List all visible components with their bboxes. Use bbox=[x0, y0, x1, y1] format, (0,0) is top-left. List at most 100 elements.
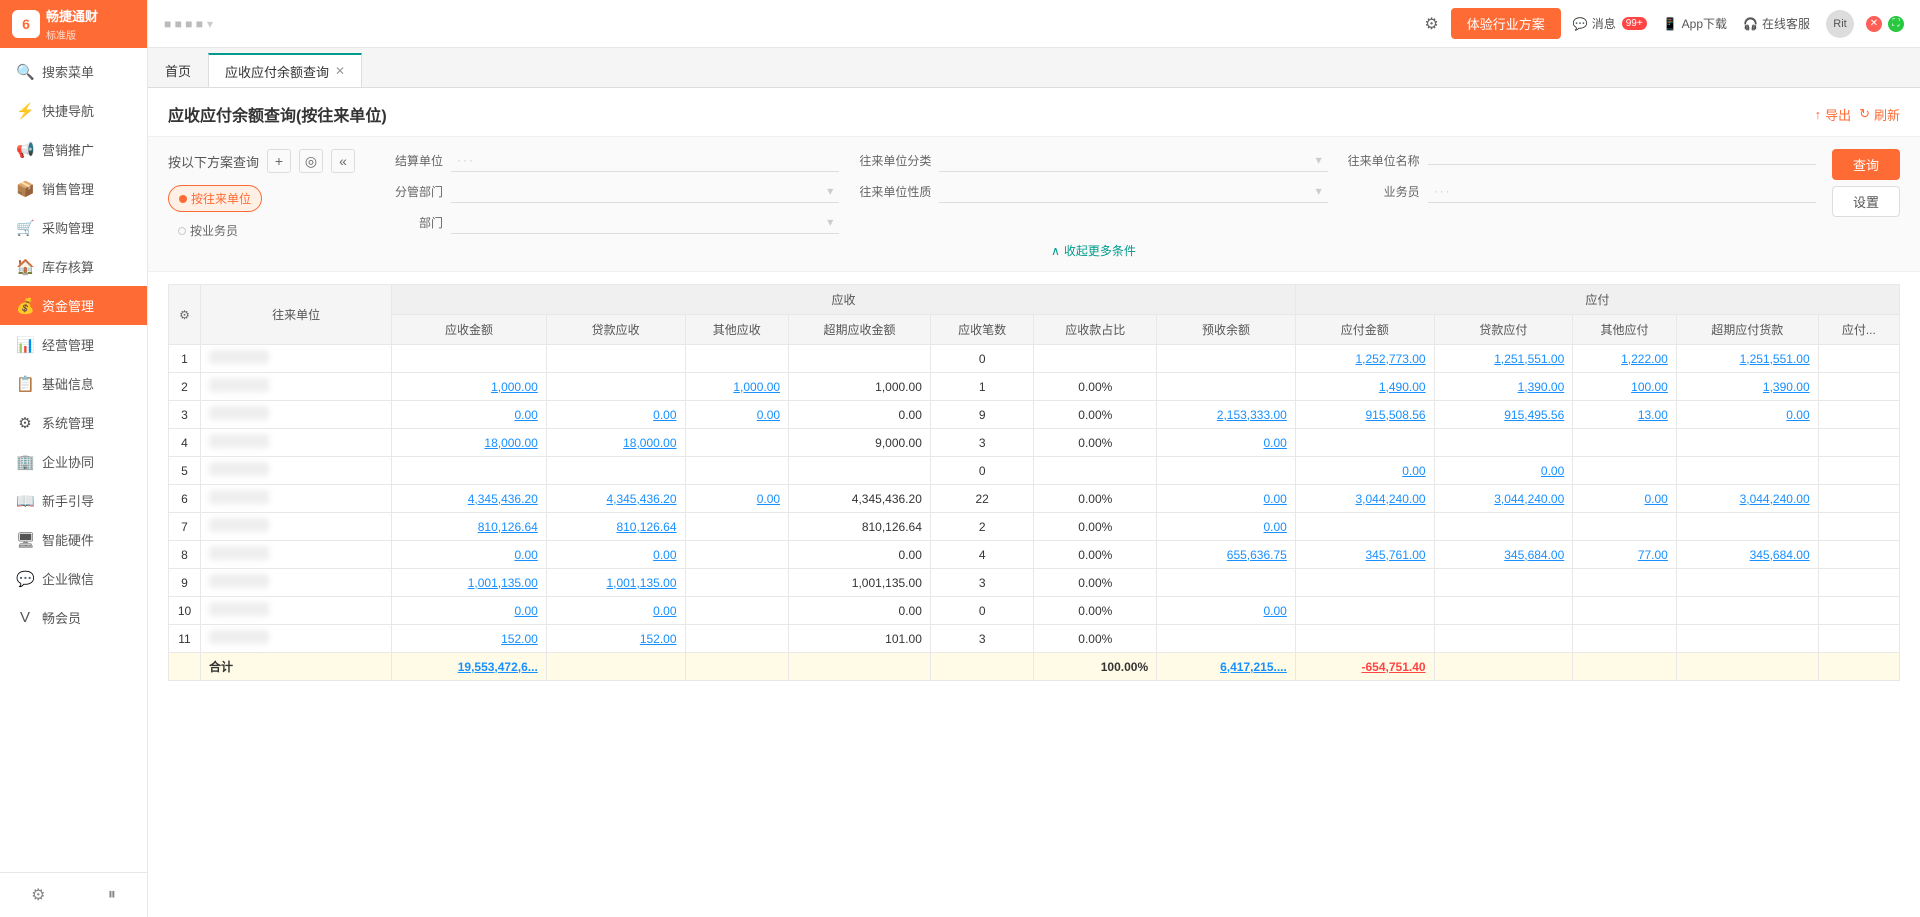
tab-home[interactable]: 首页 bbox=[148, 53, 208, 87]
table-cell[interactable]: 345,761.00 bbox=[1295, 541, 1434, 569]
scheme-by-salesperson[interactable]: 按业务员 bbox=[168, 218, 262, 243]
table-cell[interactable]: 1,251,551.00 bbox=[1676, 345, 1818, 373]
table-cell[interactable]: 0.00 bbox=[1157, 513, 1296, 541]
collapse-scheme-button[interactable]: « bbox=[331, 149, 355, 173]
user-avatar[interactable]: Rit bbox=[1826, 10, 1854, 38]
table-cell[interactable]: 0.00 bbox=[1157, 485, 1296, 513]
sidebar-item-采购管理[interactable]: 🛒采购管理 bbox=[0, 208, 147, 247]
table-cell[interactable]: 4,345,436.20 bbox=[546, 485, 685, 513]
table-cell[interactable]: 0.00 bbox=[546, 401, 685, 429]
window-maximize-button[interactable]: ⛶ bbox=[1888, 16, 1904, 32]
table-cell[interactable]: 0.00 bbox=[1676, 401, 1818, 429]
refresh-button[interactable]: ↻ 刷新 bbox=[1859, 105, 1900, 124]
app-download-button[interactable]: 📱 App下载 bbox=[1663, 15, 1727, 32]
table-cell[interactable]: 915,495.56 bbox=[1434, 401, 1573, 429]
table-cell[interactable]: 152.00 bbox=[392, 625, 547, 653]
dept-manager-select[interactable]: ▾ bbox=[451, 180, 839, 203]
table-cell[interactable]: 152.00 bbox=[546, 625, 685, 653]
table-cell: 0 bbox=[930, 597, 1034, 625]
table-cell[interactable]: 2,153,333.00 bbox=[1157, 401, 1296, 429]
footer-ar-amount[interactable]: 19,553,472,6... bbox=[392, 653, 547, 681]
table-cell[interactable]: 1,222.00 bbox=[1573, 345, 1677, 373]
table-cell[interactable]: 1,251,551.00 bbox=[1434, 345, 1573, 373]
online-service-button[interactable]: 🎧 在线客服 bbox=[1743, 15, 1810, 32]
table-settings-icon[interactable]: ⚙ bbox=[177, 308, 192, 322]
table-cell[interactable]: 0.00 bbox=[1295, 457, 1434, 485]
partner-nature-select[interactable]: ▾ bbox=[939, 180, 1327, 203]
add-scheme-button[interactable]: + bbox=[267, 149, 291, 173]
sidebar-item-智能硬件[interactable]: 🖥智能硬件 bbox=[0, 520, 147, 559]
settings-bottom-icon[interactable]: ⚙ bbox=[23, 881, 53, 909]
table-cell[interactable]: 0.00 bbox=[1157, 597, 1296, 625]
sidebar-item-搜索菜单[interactable]: 🔍搜索菜单 bbox=[0, 52, 147, 91]
table-cell[interactable]: 0.00 bbox=[1434, 457, 1573, 485]
dept-select[interactable]: ▾ bbox=[451, 211, 839, 234]
table-cell[interactable]: 1,490.00 bbox=[1295, 373, 1434, 401]
export-button[interactable]: ↑ 导出 bbox=[1815, 105, 1852, 124]
table-cell[interactable]: 915,508.56 bbox=[1295, 401, 1434, 429]
sidebar-item-资金管理[interactable]: 💰资金管理 bbox=[0, 286, 147, 325]
sidebar-item-系统管理[interactable]: ⚙系统管理 bbox=[0, 403, 147, 442]
sidebar-item-基础信息[interactable]: 📋基础信息 bbox=[0, 364, 147, 403]
footer-ap-amount[interactable]: -654,751.40 bbox=[1295, 653, 1434, 681]
table-cell[interactable]: 77.00 bbox=[1573, 541, 1677, 569]
partner-name-input[interactable] bbox=[1428, 156, 1816, 165]
table-cell[interactable]: 1,390.00 bbox=[1434, 373, 1573, 401]
collapse-button[interactable]: ∧ 收起更多条件 bbox=[371, 242, 1816, 259]
table-cell[interactable]: 0.00 bbox=[392, 597, 547, 625]
table-cell[interactable]: 18,000.00 bbox=[392, 429, 547, 457]
table-cell[interactable]: 345,684.00 bbox=[1676, 541, 1818, 569]
sidebar-item-畅会员[interactable]: V畅会员 bbox=[0, 598, 147, 637]
sidebar-item-快捷导航[interactable]: ⚡快捷导航 bbox=[0, 91, 147, 130]
table-cell[interactable]: 0.00 bbox=[1573, 485, 1677, 513]
table-cell[interactable]: 1,000.00 bbox=[392, 373, 547, 401]
table-cell[interactable]: 18,000.00 bbox=[546, 429, 685, 457]
scheme-by-partner[interactable]: 按往来单位 bbox=[168, 185, 262, 212]
table-cell[interactable]: 1,000.00 bbox=[685, 373, 789, 401]
table-cell[interactable]: 0.00 bbox=[392, 401, 547, 429]
table-cell[interactable]: 345,684.00 bbox=[1434, 541, 1573, 569]
table-cell[interactable]: 655,636.75 bbox=[1157, 541, 1296, 569]
experience-button[interactable]: 体验行业方案 bbox=[1451, 8, 1561, 39]
setting-button[interactable]: 设置 bbox=[1832, 186, 1900, 217]
table-cell[interactable]: 100.00 bbox=[1573, 373, 1677, 401]
table-cell[interactable]: 810,126.64 bbox=[392, 513, 547, 541]
sidebar-item-销售管理[interactable]: 📦销售管理 bbox=[0, 169, 147, 208]
partner-category-select[interactable]: ▾ bbox=[939, 149, 1327, 172]
table-cell[interactable]: 0.00 bbox=[546, 597, 685, 625]
notification-button[interactable]: 💬 消息 99+ bbox=[1573, 15, 1647, 32]
table-cell[interactable]: 4,345,436.20 bbox=[392, 485, 547, 513]
sidebar-item-经营管理[interactable]: 📊经营管理 bbox=[0, 325, 147, 364]
table-cell[interactable]: 810,126.64 bbox=[546, 513, 685, 541]
collapse-icon[interactable]: ⏸ bbox=[100, 882, 124, 908]
footer-ar-prepay[interactable]: 6,417,215.... bbox=[1157, 653, 1296, 681]
sidebar-item-企业协同[interactable]: 🏢企业协同 bbox=[0, 442, 147, 481]
sidebar-item-新手引导[interactable]: 📖新手引导 bbox=[0, 481, 147, 520]
tab-ar-query[interactable]: 应收应付余额查询 ✕ bbox=[208, 53, 362, 87]
table-cell[interactable]: 0.00 bbox=[685, 485, 789, 513]
edit-scheme-button[interactable]: ◎ bbox=[299, 149, 323, 173]
sidebar-icon-5: 🏠 bbox=[16, 258, 34, 276]
table-cell[interactable]: 0.00 bbox=[1157, 429, 1296, 457]
table-cell[interactable]: 1,001,135.00 bbox=[392, 569, 547, 597]
salesperson-input[interactable]: ··· bbox=[1428, 180, 1816, 203]
table-cell[interactable]: 0.00 bbox=[392, 541, 547, 569]
table-cell[interactable]: 13.00 bbox=[1573, 401, 1677, 429]
table-cell[interactable]: 3,044,240.00 bbox=[1434, 485, 1573, 513]
tab-close-icon[interactable]: ✕ bbox=[335, 64, 345, 78]
settlement-unit-input[interactable]: ··· bbox=[451, 149, 839, 172]
table-cell[interactable]: 0.00 bbox=[685, 401, 789, 429]
window-close-button[interactable]: ✕ bbox=[1866, 16, 1882, 32]
table-cell[interactable]: 3,044,240.00 bbox=[1676, 485, 1818, 513]
table-cell[interactable]: 3,044,240.00 bbox=[1295, 485, 1434, 513]
sidebar-icon-11: 📖 bbox=[16, 492, 34, 510]
table-cell[interactable]: 1,252,773.00 bbox=[1295, 345, 1434, 373]
gear-icon[interactable]: ⚙ bbox=[1424, 14, 1438, 34]
sidebar-item-库存核算[interactable]: 🏠库存核算 bbox=[0, 247, 147, 286]
table-cell[interactable]: 1,001,135.00 bbox=[546, 569, 685, 597]
table-cell[interactable]: 1,390.00 bbox=[1676, 373, 1818, 401]
sidebar-item-企业微信[interactable]: 💬企业微信 bbox=[0, 559, 147, 598]
table-cell[interactable]: 0.00 bbox=[546, 541, 685, 569]
query-button[interactable]: 查询 bbox=[1832, 149, 1900, 180]
sidebar-item-营销推广[interactable]: 📢营销推广 bbox=[0, 130, 147, 169]
